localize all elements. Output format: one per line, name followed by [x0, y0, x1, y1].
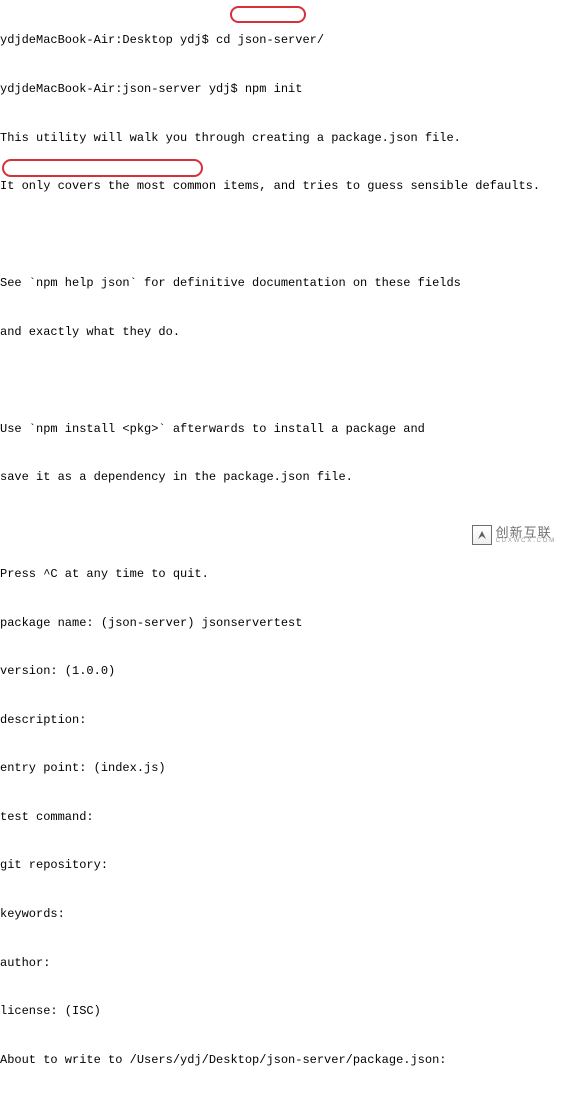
npm-intro: See `npm help json` for definitive docum…	[0, 275, 558, 291]
npm-intro: This utility will walk you through creat…	[0, 130, 558, 146]
package-name-prompt: package name: (json-server)	[0, 616, 202, 630]
watermark: 创新互联 CDXWCX.COM	[472, 525, 556, 545]
description-line: description:	[0, 712, 558, 728]
package-name-line: package name: (json-server) jsonserverte…	[0, 615, 558, 631]
npm-intro: Press ^C at any time to quit.	[0, 566, 558, 582]
about-write-line: About to write to /Users/ydj/Desktop/jso…	[0, 1052, 558, 1068]
terminal-output[interactable]: ydjdeMacBook-Air:Desktop ydj$ cd json-se…	[0, 0, 562, 1114]
blank-line	[0, 372, 558, 388]
shell-prompt: ydjdeMacBook-Air:json-server ydj$	[0, 82, 245, 96]
prompt-line-1: ydjdeMacBook-Air:json-server ydj$ npm in…	[0, 81, 558, 97]
prev-cmd-line: ydjdeMacBook-Air:Desktop ydj$ cd json-se…	[0, 32, 558, 48]
watermark-text-en: CDXWCX.COM	[496, 538, 556, 544]
typed-command: npm init	[245, 82, 303, 96]
author-line: author:	[0, 955, 558, 971]
keywords-line: keywords:	[0, 906, 558, 922]
watermark-logo-icon	[472, 525, 492, 545]
blank-line	[0, 1100, 558, 1114]
blank-line	[0, 227, 558, 243]
npm-intro: Use `npm install <pkg>` afterwards to in…	[0, 421, 558, 437]
version-line: version: (1.0.0)	[0, 663, 558, 679]
git-repo-line: git repository:	[0, 857, 558, 873]
npm-intro: save it as a dependency in the package.j…	[0, 469, 558, 485]
npm-intro: It only covers the most common items, an…	[0, 178, 558, 194]
test-command-line: test command:	[0, 809, 558, 825]
npm-intro: and exactly what they do.	[0, 324, 558, 340]
license-line: license: (ISC)	[0, 1003, 558, 1019]
entry-point-line: entry point: (index.js)	[0, 760, 558, 776]
package-name-input: jsonservertest	[202, 616, 303, 630]
